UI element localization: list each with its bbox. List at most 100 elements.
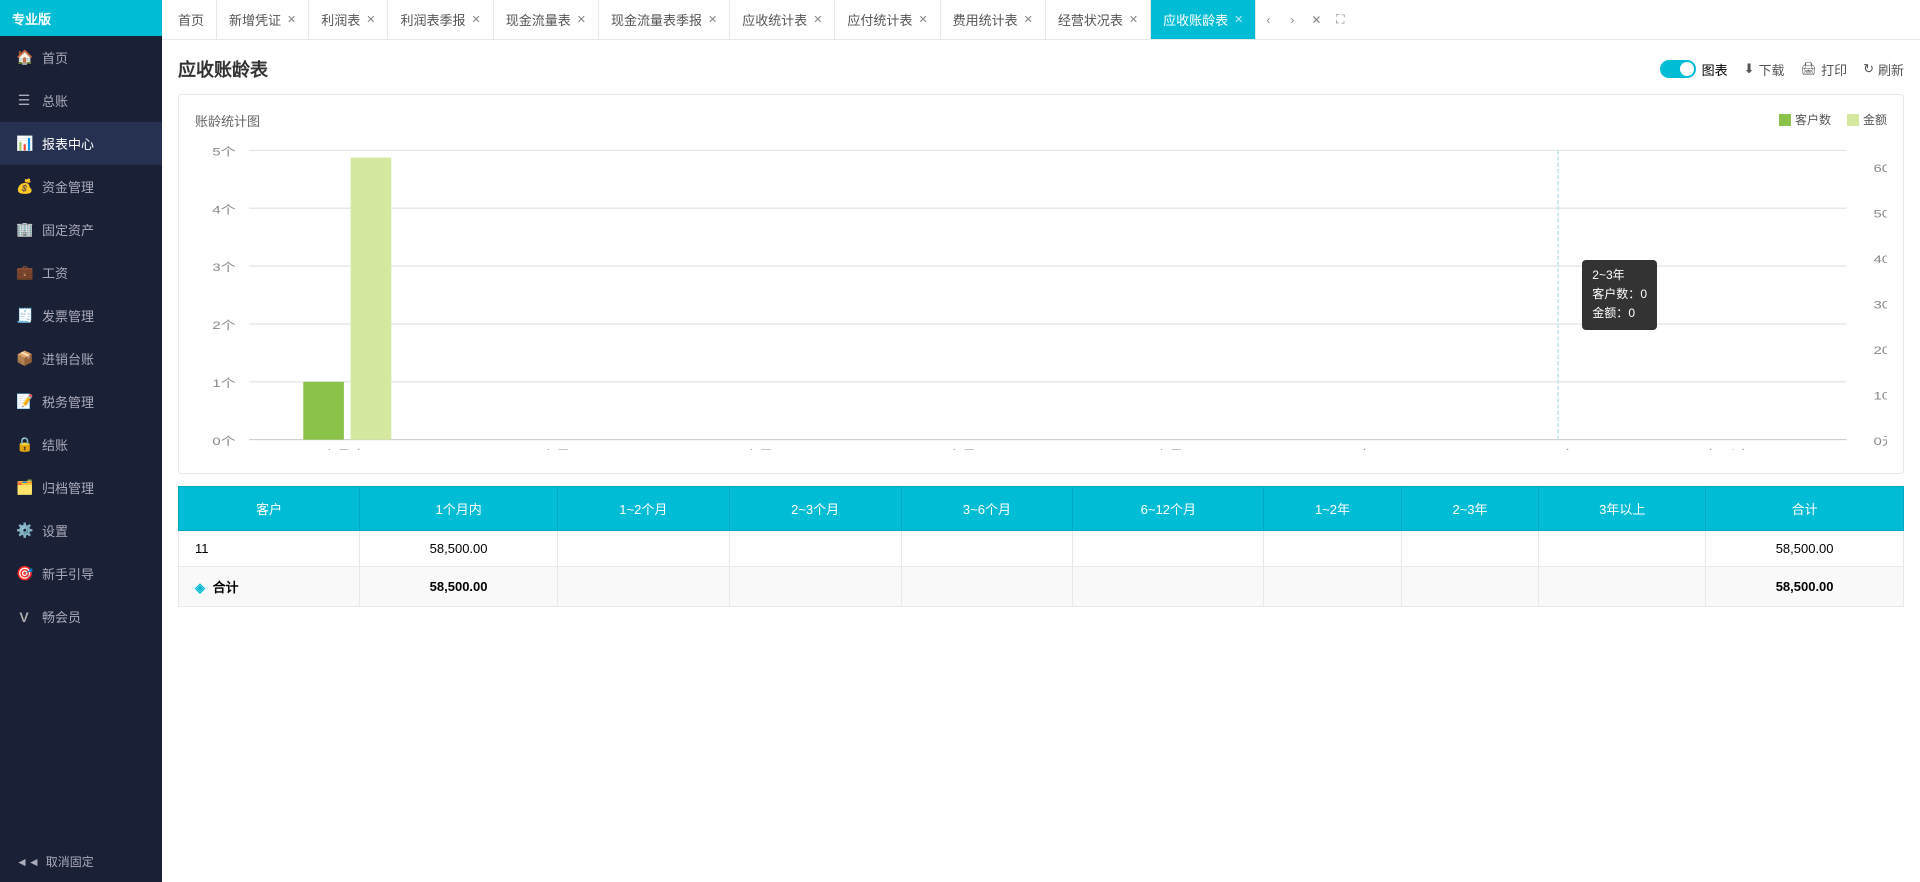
legend-customer-label: 客户数 bbox=[1795, 111, 1831, 128]
tab-close-all[interactable]: ✕ bbox=[1304, 8, 1328, 32]
page-title: 应收账龄表 bbox=[178, 56, 268, 82]
tab-cashflow-close[interactable]: ✕ bbox=[577, 13, 586, 26]
tab-voucher[interactable]: 新增凭证 ✕ bbox=[217, 0, 309, 40]
guide-icon: 🎯 bbox=[16, 565, 32, 582]
chart-title: 账龄统计图 bbox=[195, 111, 1887, 130]
tab-cashflow-quarter-close[interactable]: ✕ bbox=[708, 13, 717, 26]
total-y12 bbox=[1264, 567, 1401, 607]
tab-receivable-stat-close[interactable]: ✕ bbox=[813, 13, 822, 26]
sidebar-item-payroll[interactable]: 💼 工资 bbox=[0, 251, 162, 294]
tab-profit[interactable]: 利润表 ✕ bbox=[309, 0, 388, 40]
download-button[interactable]: ⬇ 下载 bbox=[1744, 60, 1785, 79]
cell-m12 bbox=[557, 531, 729, 567]
settings-icon: ⚙️ bbox=[16, 522, 32, 539]
total-m36 bbox=[901, 567, 1073, 607]
svg-text:0个: 0个 bbox=[212, 435, 235, 448]
tab-cashflow[interactable]: 现金流量表 ✕ bbox=[494, 0, 599, 40]
tab-home[interactable]: 首页 bbox=[166, 0, 217, 40]
sidebar-item-archive[interactable]: 🗂️ 归档管理 bbox=[0, 466, 162, 509]
tab-expense-stat-label: 费用统计表 bbox=[953, 10, 1018, 29]
legend-amount: 金额 bbox=[1847, 111, 1887, 128]
tab-receivable-stat-label: 应收统计表 bbox=[742, 10, 807, 29]
table-header-row: 客户 1个月内 1~2个月 2~3个月 3~6个月 6~12个月 1~2年 2~… bbox=[179, 487, 1904, 531]
tab-voucher-close[interactable]: ✕ bbox=[287, 13, 296, 26]
sidebar-item-label: 资金管理 bbox=[42, 177, 94, 196]
tab-profit-quarter-close[interactable]: ✕ bbox=[472, 13, 481, 26]
svg-text:3~6个月: 3~6个月 bbox=[921, 448, 976, 450]
total-y23 bbox=[1401, 567, 1538, 607]
tab-bar: 首页 新增凭证 ✕ 利润表 ✕ 利润表季报 ✕ 现金流量表 ✕ 现金流量表季报 … bbox=[162, 0, 1920, 40]
refresh-button[interactable]: ↻ 刷新 bbox=[1863, 60, 1904, 79]
cell-y3plus bbox=[1539, 531, 1706, 567]
tab-receivable-aging[interactable]: 应收账龄表 ✕ bbox=[1151, 0, 1256, 40]
invoice-icon: 🧾 bbox=[16, 307, 32, 324]
svg-text:1~2年: 1~2年 bbox=[1335, 448, 1375, 450]
tab-nav-next[interactable]: › bbox=[1280, 8, 1304, 32]
tab-profit-quarter[interactable]: 利润表季报 ✕ bbox=[388, 0, 493, 40]
cell-m612 bbox=[1073, 531, 1264, 567]
chart-container: 账龄统计图 客户数 金额 0个 1个 2个 3个 4个 bbox=[178, 94, 1904, 474]
print-button[interactable]: 🖨 打印 bbox=[1801, 60, 1848, 79]
sidebar-item-funds[interactable]: 💰 资金管理 bbox=[0, 165, 162, 208]
sidebar-item-invoice[interactable]: 🧾 发票管理 bbox=[0, 294, 162, 337]
tab-profit-quarter-label: 利润表季报 bbox=[400, 10, 465, 29]
col-m612: 6~12个月 bbox=[1073, 487, 1264, 531]
page-header: 应收账龄表 图表 ⬇ 下载 🖨 打印 ↻ 刷新 bbox=[178, 56, 1904, 82]
col-m12: 1~2个月 bbox=[557, 487, 729, 531]
tab-expand[interactable]: ⛶ bbox=[1328, 8, 1352, 32]
sidebar-item-assets[interactable]: 🏢 固定资产 bbox=[0, 208, 162, 251]
total-m1: 58,500.00 bbox=[360, 567, 558, 607]
sidebar-item-ledger[interactable]: ☰ 总账 bbox=[0, 79, 162, 122]
chart-toggle[interactable] bbox=[1660, 60, 1696, 78]
tab-cashflow-quarter-label: 现金流量表季报 bbox=[611, 10, 702, 29]
sidebar-item-guide[interactable]: 🎯 新手引导 bbox=[0, 552, 162, 595]
tax-icon: 📝 bbox=[16, 393, 32, 410]
chart-svg-area: 0个 1个 2个 3个 4个 5个 0元 10,000.00元 20,000.0… bbox=[195, 140, 1887, 450]
sidebar-item-settings[interactable]: ⚙️ 设置 bbox=[0, 509, 162, 552]
svg-text:1个月内: 1个月内 bbox=[313, 448, 366, 450]
legend-amount-dot bbox=[1847, 114, 1859, 126]
sidebar-item-inventory[interactable]: 📦 进销台账 bbox=[0, 337, 162, 380]
sidebar-item-label: 工资 bbox=[42, 263, 68, 282]
col-y3plus: 3年以上 bbox=[1539, 487, 1706, 531]
svg-text:10,000.00元: 10,000.00元 bbox=[1873, 389, 1887, 402]
logo-text: 专业版 bbox=[12, 9, 51, 28]
tab-expense-stat[interactable]: 费用统计表 ✕ bbox=[941, 0, 1046, 40]
sidebar-item-home[interactable]: 🏠 首页 bbox=[0, 36, 162, 79]
tab-operation-stat[interactable]: 经营状况表 ✕ bbox=[1046, 0, 1151, 40]
tab-payable-stat[interactable]: 应付统计表 ✕ bbox=[835, 0, 940, 40]
col-m1: 1个月内 bbox=[360, 487, 558, 531]
sidebar-item-closing[interactable]: 🔒 结账 bbox=[0, 423, 162, 466]
main-content: 首页 新增凭证 ✕ 利润表 ✕ 利润表季报 ✕ 现金流量表 ✕ 现金流量表季报 … bbox=[162, 0, 1920, 882]
tab-profit-label: 利润表 bbox=[321, 10, 360, 29]
tab-receivable-stat[interactable]: 应收统计表 ✕ bbox=[730, 0, 835, 40]
cell-customer: 11 bbox=[179, 531, 360, 567]
svg-text:3个: 3个 bbox=[212, 261, 235, 274]
svg-text:3年以上: 3年以上 bbox=[1698, 448, 1751, 450]
svg-text:2~3年: 2~3年 bbox=[1538, 448, 1578, 450]
col-y23: 2~3年 bbox=[1401, 487, 1538, 531]
header-actions: 图表 ⬇ 下载 🖨 打印 ↻ 刷新 bbox=[1660, 60, 1904, 79]
ledger-icon: ☰ bbox=[16, 92, 32, 109]
svg-text:5个: 5个 bbox=[212, 145, 235, 158]
download-label: 下载 bbox=[1759, 60, 1785, 79]
chart-toggle-label: 图表 bbox=[1702, 60, 1728, 79]
sidebar-pin-toggle[interactable]: ◄◄ 取消固定 bbox=[0, 841, 162, 882]
total-text: 合计 bbox=[213, 580, 239, 595]
tab-nav-prev[interactable]: ‹ bbox=[1256, 8, 1280, 32]
sidebar-item-reports[interactable]: 📊 报表中心 bbox=[0, 122, 162, 165]
sidebar-item-vip[interactable]: V 畅会员 bbox=[0, 595, 162, 638]
refresh-label: 刷新 bbox=[1878, 60, 1904, 79]
cell-m36 bbox=[901, 531, 1073, 567]
home-icon: 🏠 bbox=[16, 49, 32, 66]
tab-payable-stat-label: 应付统计表 bbox=[847, 10, 912, 29]
tab-profit-close[interactable]: ✕ bbox=[366, 13, 375, 26]
tab-payable-stat-close[interactable]: ✕ bbox=[918, 13, 927, 26]
tab-operation-stat-close[interactable]: ✕ bbox=[1129, 13, 1138, 26]
svg-text:60,000.00元: 60,000.00元 bbox=[1873, 162, 1887, 175]
sidebar-item-tax[interactable]: 📝 税务管理 bbox=[0, 380, 162, 423]
inventory-icon: 📦 bbox=[16, 350, 32, 367]
tab-receivable-aging-close[interactable]: ✕ bbox=[1234, 13, 1243, 26]
tab-cashflow-quarter[interactable]: 现金流量表季报 ✕ bbox=[599, 0, 730, 40]
tab-expense-stat-close[interactable]: ✕ bbox=[1024, 13, 1033, 26]
